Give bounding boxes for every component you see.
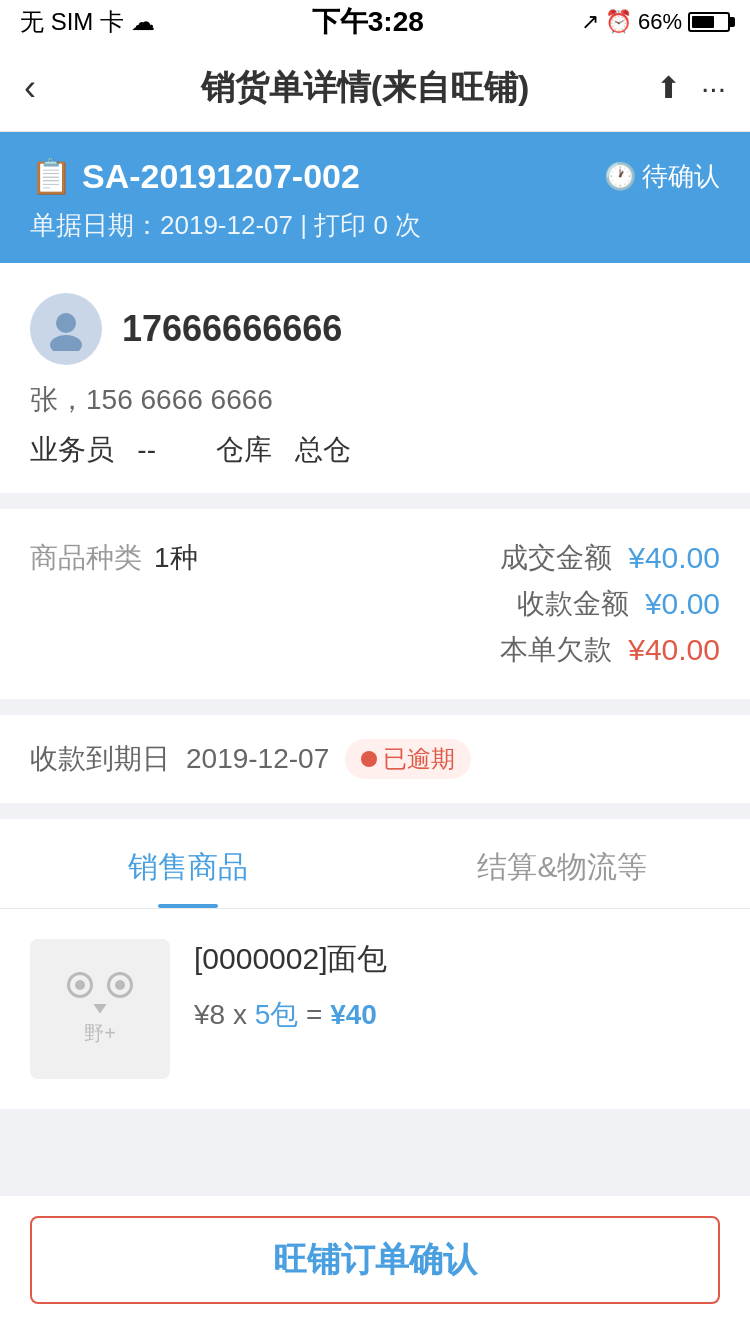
page-title: 销货单详情(来自旺铺)	[74, 65, 656, 111]
due-date-value: 2019-12-07	[186, 743, 329, 775]
order-header: 📋 SA-20191207-002 🕐 待确认 单据日期：2019-12-07 …	[0, 132, 750, 263]
product-name: [0000002]面包	[194, 939, 720, 980]
owl-plus-icon: 野+	[84, 1020, 116, 1047]
transaction-value: ¥40.00	[628, 541, 720, 575]
transaction-amount-row: 成交金额 ¥40.00	[500, 539, 720, 577]
customer-avatar	[30, 293, 102, 365]
tab-sales-goods[interactable]: 销售商品	[0, 819, 375, 908]
tabs-row: 销售商品 结算&物流等	[0, 819, 750, 909]
outstanding-row: 本单欠款 ¥40.00	[500, 631, 720, 669]
outstanding-value: ¥40.00	[628, 633, 720, 667]
overdue-text: 已逾期	[383, 743, 455, 775]
received-value: ¥0.00	[645, 587, 720, 621]
svg-point-1	[50, 335, 82, 351]
order-id: 📋 SA-20191207-002	[30, 156, 360, 196]
order-date: 单据日期：2019-12-07 | 打印 0 次	[30, 208, 720, 243]
customer-name: 张，156 6666 6666	[30, 381, 720, 419]
bottom-bar: 旺铺订单确认	[0, 1196, 750, 1334]
back-button[interactable]: ‹	[24, 67, 74, 109]
product-price: ¥8 x	[194, 999, 255, 1030]
product-type-label: 商品种类	[30, 539, 142, 577]
customer-meta: 业务员 -- 仓库 总仓	[30, 431, 720, 469]
clock-icon: 🕐	[604, 161, 636, 192]
warehouse-value: 总仓	[295, 434, 351, 465]
svg-point-0	[56, 313, 76, 333]
product-qty: 5包	[255, 999, 299, 1030]
received-amount-row: 收款金额 ¥0.00	[517, 585, 720, 623]
transaction-label: 成交金额	[500, 539, 612, 577]
status-bar: 无 SIM 卡 ☁ 下午3:28 ↗ ⏰ 66%	[0, 0, 750, 44]
customer-section: 17666666666 张，156 6666 6666 业务员 -- 仓库 总仓	[0, 263, 750, 493]
status-left: 无 SIM 卡 ☁	[20, 6, 155, 38]
salesperson-field: 业务员 --	[30, 431, 156, 469]
summary-section: 商品种类 1种 成交金额 ¥40.00 收款金额 ¥0.00 本单欠款 ¥40.…	[0, 509, 750, 699]
customer-phone: 17666666666	[122, 308, 342, 350]
warehouse-label: 仓库	[216, 434, 272, 465]
status-time: 下午3:28	[312, 3, 424, 41]
sim-status: 无 SIM 卡 ☁	[20, 6, 155, 38]
nav-bar: ‹ 销货单详情(来自旺铺) ⬆ ···	[0, 44, 750, 132]
overdue-dot-icon	[361, 751, 377, 767]
salesperson-value: --	[137, 434, 156, 465]
overdue-badge: 已逾期	[345, 739, 471, 779]
confirm-order-button[interactable]: 旺铺订单确认	[30, 1216, 720, 1304]
product-total: ¥40	[330, 999, 377, 1030]
due-date-label: 收款到期日	[30, 740, 170, 778]
product-section: 野+ [0000002]面包 ¥8 x 5包 = ¥40	[0, 909, 750, 1109]
nav-actions: ⬆ ···	[656, 70, 726, 105]
alarm-icon: ⏰	[605, 9, 632, 35]
battery-icon	[688, 12, 730, 32]
received-label: 收款金额	[517, 585, 629, 623]
product-thumb-owl: 野+	[67, 972, 133, 1047]
owl-beak	[93, 1004, 107, 1014]
outstanding-label: 本单欠款	[500, 631, 612, 669]
order-status: 🕐 待确认	[604, 159, 720, 194]
battery-percent: 66%	[638, 9, 682, 35]
owl-eye-right	[107, 972, 133, 998]
product-type-row: 商品种类 1种	[30, 539, 198, 577]
salesperson-label: 业务员	[30, 434, 114, 465]
due-date-section: 收款到期日 2019-12-07 已逾期	[0, 715, 750, 803]
amounts-col: 成交金额 ¥40.00 收款金额 ¥0.00 本单欠款 ¥40.00	[500, 539, 720, 669]
tabs-section: 销售商品 结算&物流等	[0, 819, 750, 909]
owl-eyes	[67, 972, 133, 998]
owl-eye-left	[67, 972, 93, 998]
product-info: [0000002]面包 ¥8 x 5包 = ¥40	[194, 939, 720, 1079]
product-price-row: ¥8 x 5包 = ¥40	[194, 996, 720, 1034]
location-icon: ↗	[581, 9, 599, 35]
order-icon: 📋	[30, 156, 72, 196]
tab-settlement-logistics[interactable]: 结算&物流等	[375, 819, 750, 908]
warehouse-field: 仓库 总仓	[216, 431, 351, 469]
product-thumbnail: 野+	[30, 939, 170, 1079]
product-type-value: 1种	[154, 539, 198, 577]
more-button[interactable]: ···	[701, 71, 726, 105]
share-button[interactable]: ⬆	[656, 70, 681, 105]
product-equals: =	[298, 999, 330, 1030]
product-item: 野+ [0000002]面包 ¥8 x 5包 = ¥40	[0, 909, 750, 1109]
status-right: ↗ ⏰ 66%	[581, 9, 730, 35]
